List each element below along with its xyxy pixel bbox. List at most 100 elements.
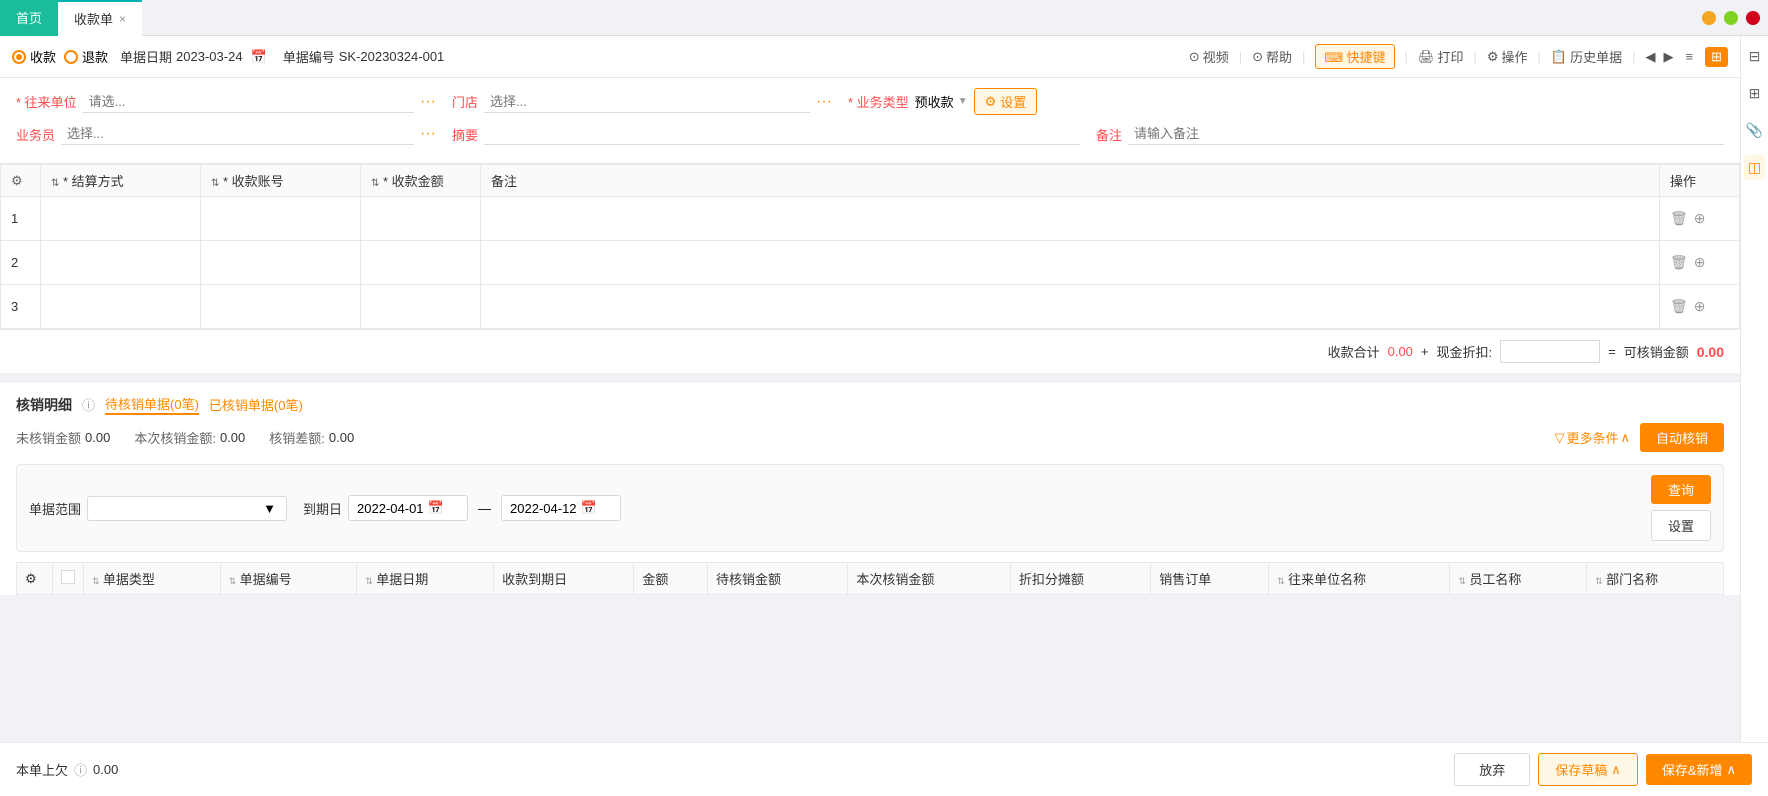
row2-copy-icon[interactable]: ⊕ — [1694, 254, 1706, 271]
toolbar-right: ⊙ 视频 | ⊙ 帮助 | ⌨ 快捷键 | 🖨 打印 | — [1189, 44, 1728, 69]
layout-btn[interactable]: ⊞ — [1705, 47, 1728, 67]
date-from-picker[interactable]: 2022-04-01 📅 — [348, 495, 468, 521]
row1-delete-icon[interactable]: 🗑 — [1670, 210, 1688, 227]
col-amount-sort-icon: ⇅ — [371, 178, 379, 189]
discount-input[interactable] — [1500, 340, 1600, 363]
video-label: 视频 — [1203, 47, 1229, 66]
more-conditions-link[interactable]: ▽ 更多条件 ∧ — [1554, 428, 1630, 447]
section-info-icon[interactable]: ⓘ — [82, 395, 95, 414]
nav-next[interactable]: ▶ — [1664, 49, 1674, 65]
bt-settings-icon[interactable]: ⚙ — [25, 571, 37, 586]
bt-current-label: 本次核销金额 — [856, 572, 934, 587]
tab-bar: 首页 收款单 × — [0, 0, 1768, 36]
row1-settlement[interactable] — [41, 197, 201, 241]
abandon-button[interactable]: 放弃 — [1454, 753, 1530, 786]
date-field: 单据日期 2023-03-24 📅 — [120, 47, 271, 67]
staff-more-icon[interactable]: ··· — [420, 125, 436, 143]
col-settings-header[interactable]: ⚙ — [1, 165, 41, 197]
sidebar-expand-icon[interactable]: ◫ — [1744, 155, 1765, 180]
verified-tab[interactable]: 已核销单据(0笔) — [209, 395, 303, 414]
store-field: 门店 ··· — [452, 91, 832, 113]
help-action[interactable]: ⊙ 帮助 — [1252, 47, 1292, 66]
table-settings-icon[interactable]: ⚙ — [11, 173, 23, 188]
operation-action[interactable]: ⚙ 操作 — [1487, 47, 1528, 66]
row1-amount[interactable] — [361, 197, 481, 241]
tab-home[interactable]: 首页 — [0, 0, 58, 36]
range-select[interactable]: ▼ — [87, 496, 287, 521]
filter-settings-button[interactable]: 设置 — [1651, 510, 1711, 541]
row3-settlement[interactable] — [41, 285, 201, 329]
row1-remark[interactable] — [481, 197, 1660, 241]
row2-remark[interactable] — [481, 241, 1660, 285]
date-to-picker[interactable]: 2022-04-12 📅 — [501, 495, 621, 521]
sidebar-grid-icon[interactable]: ⊞ — [1745, 81, 1765, 106]
row2-amount[interactable] — [361, 241, 481, 285]
more-cond-arrow: ∧ — [1620, 430, 1630, 446]
row3-remark[interactable] — [481, 285, 1660, 329]
row2-settlement[interactable] — [41, 241, 201, 285]
row3-account[interactable] — [201, 285, 361, 329]
row3-delete-icon[interactable]: 🗑 — [1670, 298, 1688, 315]
row1-action: 🗑 ⊕ — [1660, 197, 1740, 241]
more-cond-label: 更多条件 — [1566, 428, 1618, 447]
refund-radio[interactable]: 退款 — [64, 47, 108, 66]
col-account-label: * 收款账号 — [223, 174, 284, 189]
history-action[interactable]: 📋 历史单据 — [1551, 47, 1622, 66]
print-action[interactable]: 🖨 打印 — [1418, 47, 1464, 66]
business-type-dropdown[interactable]: 预收款 ▼ — [915, 92, 968, 111]
shortcut-button[interactable]: ⌨ 快捷键 — [1315, 44, 1394, 69]
bt-pending-header: 待核销金额 — [708, 563, 848, 595]
save-button[interactable]: 保存&新增 ∧ — [1646, 754, 1752, 785]
number-label: 单据编号 — [283, 47, 335, 66]
date-value[interactable]: 2023-03-24 — [176, 49, 243, 64]
tab-receipt[interactable]: 收款单 × — [58, 0, 142, 36]
auto-verify-button[interactable]: 自动核销 — [1640, 423, 1724, 452]
date-dash: — — [478, 501, 491, 516]
remark-input[interactable] — [1128, 123, 1724, 145]
summary-input[interactable] — [484, 123, 1080, 145]
select-all-checkbox[interactable] — [61, 570, 75, 584]
sidebar-table-icon[interactable]: ⊟ — [1745, 44, 1765, 69]
col-sort-icon: ⇅ — [51, 178, 59, 189]
partner-more-icon[interactable]: ··· — [420, 93, 436, 111]
bt-partner-label: 往来单位名称 — [1288, 572, 1366, 587]
settings-button[interactable]: ⚙ 设置 — [974, 88, 1038, 115]
row1-account[interactable] — [201, 197, 361, 241]
row2-delete-icon[interactable]: 🗑 — [1670, 254, 1688, 271]
row1-copy-icon[interactable]: ⊕ — [1694, 210, 1706, 227]
pending-tab[interactable]: 待核销单据(0笔) — [105, 394, 199, 415]
footer-info-icon[interactable]: ⓘ — [74, 760, 87, 779]
business-type-label: * 业务类型 — [848, 92, 909, 111]
staff-input[interactable] — [61, 123, 414, 145]
maximize-button[interactable] — [1724, 11, 1738, 25]
row3-amount[interactable] — [361, 285, 481, 329]
bt-current-header: 本次核销金额 — [848, 563, 1011, 595]
minimize-button[interactable] — [1702, 11, 1716, 25]
unchecked-stat: 未核销金额 0.00 — [16, 428, 110, 447]
bt-settings-header[interactable]: ⚙ — [17, 563, 53, 595]
receipt-radio[interactable]: 收款 — [12, 47, 56, 66]
bt-checkbox-header[interactable] — [53, 563, 84, 595]
calendar-icon[interactable]: 📅 — [247, 47, 271, 67]
store-input[interactable] — [484, 91, 810, 113]
operation-icon: ⚙ — [1487, 49, 1499, 65]
row2-account[interactable] — [201, 241, 361, 285]
verification-section: 核销明细 ⓘ 待核销单据(0笔) 已核销单据(0笔) 未核销金额 0.00 本次… — [0, 381, 1740, 595]
bt-pending-label: 待核销金额 — [716, 572, 781, 587]
sidebar-attachment-icon[interactable]: 📎 — [1742, 118, 1767, 143]
close-button[interactable] — [1746, 11, 1760, 25]
draft-button[interactable]: 保存草稿 ∧ — [1538, 753, 1638, 786]
calendar-from-icon: 📅 — [428, 500, 444, 516]
table-row: 2 🗑 ⊕ — [1, 241, 1740, 285]
nav-prev[interactable]: ◀ — [1646, 49, 1656, 65]
layout-icon[interactable]: ≡ — [1682, 47, 1698, 66]
row3-copy-icon[interactable]: ⊕ — [1694, 298, 1706, 315]
bt-amount-label: 金额 — [642, 572, 668, 587]
date-to-value: 2022-04-12 — [510, 501, 577, 516]
store-more-icon[interactable]: ··· — [816, 93, 832, 111]
query-button[interactable]: 查询 — [1651, 475, 1711, 504]
tab-close-icon[interactable]: × — [119, 12, 126, 26]
partner-input[interactable] — [83, 91, 414, 113]
col-action-header: 操作 — [1660, 165, 1740, 197]
video-action[interactable]: ⊙ 视频 — [1189, 47, 1229, 66]
